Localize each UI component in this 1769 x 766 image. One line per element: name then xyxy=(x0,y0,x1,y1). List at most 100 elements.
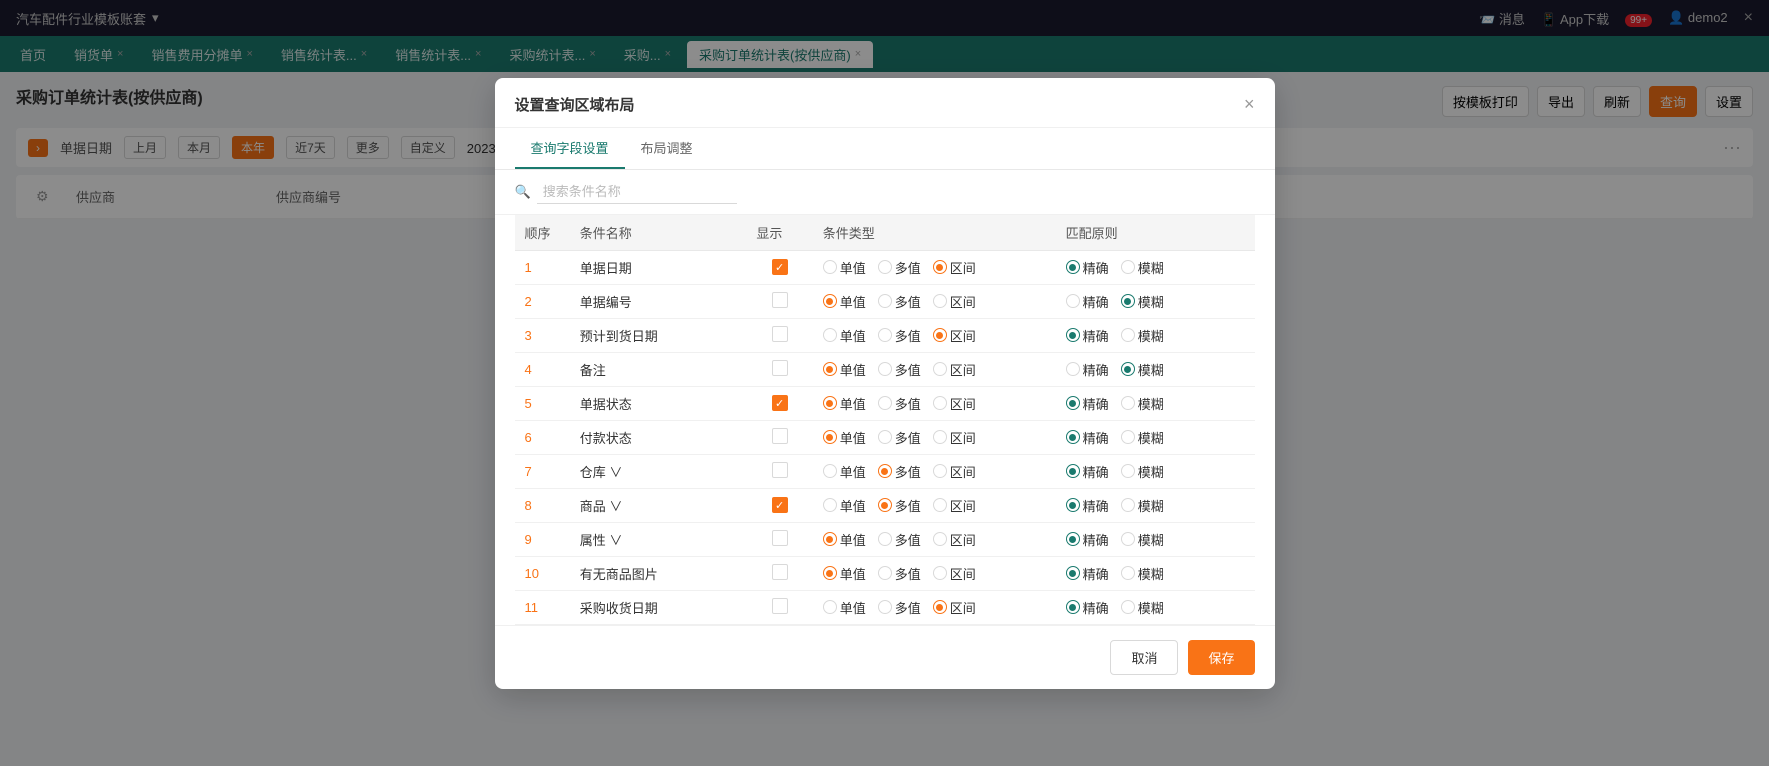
radio-type-单值-7[interactable]: 单值 xyxy=(823,496,866,515)
radio-type-区间-6[interactable]: 区间 xyxy=(933,462,976,481)
radio-type-单值-9[interactable]: 单值 xyxy=(823,564,866,583)
radio-match-精确-6[interactable]: 精确 xyxy=(1066,462,1109,481)
radio-match-模糊-5[interactable]: 模糊 xyxy=(1121,428,1164,447)
radio-type-多值-6[interactable]: 多值 xyxy=(878,462,921,481)
radio-match-dot-4 xyxy=(1066,396,1080,410)
radio-label-1: 区间 xyxy=(950,292,976,311)
radio-type-多值-10[interactable]: 多值 xyxy=(878,598,921,617)
row-show-3[interactable] xyxy=(746,352,812,386)
radio-type-单值-5[interactable]: 单值 xyxy=(823,428,866,447)
row-show-6[interactable] xyxy=(746,454,812,488)
checkbox-5[interactable] xyxy=(772,428,788,444)
cancel-button[interactable]: 取消 xyxy=(1110,640,1178,675)
radio-type-单值-2[interactable]: 单值 xyxy=(823,326,866,345)
dialog-close-button[interactable]: × xyxy=(1244,95,1255,113)
radio-type-单值-8[interactable]: 单值 xyxy=(823,530,866,549)
save-button[interactable]: 保存 xyxy=(1188,640,1254,675)
radio-match-精确-0[interactable]: 精确 xyxy=(1066,258,1109,277)
radio-type-多值-1[interactable]: 多值 xyxy=(878,292,921,311)
row-show-0[interactable] xyxy=(746,250,812,284)
radio-dot-1 xyxy=(933,294,947,308)
row-show-2[interactable] xyxy=(746,318,812,352)
dialog-tab-layout[interactable]: 布局调整 xyxy=(625,128,709,169)
radio-type-区间-4[interactable]: 区间 xyxy=(933,394,976,413)
radio-type-区间-1[interactable]: 区间 xyxy=(933,292,976,311)
radio-match-精确-10[interactable]: 精确 xyxy=(1066,598,1109,617)
row-show-10[interactable] xyxy=(746,590,812,624)
radio-type-单值-1[interactable]: 单值 xyxy=(823,292,866,311)
radio-match-模糊-3[interactable]: 模糊 xyxy=(1121,360,1164,379)
radio-type-多值-2[interactable]: 多值 xyxy=(878,326,921,345)
checkbox-0[interactable] xyxy=(772,259,788,275)
radio-type-多值-3[interactable]: 多值 xyxy=(878,360,921,379)
radio-type-多值-4[interactable]: 多值 xyxy=(878,394,921,413)
radio-match-精确-4[interactable]: 精确 xyxy=(1066,394,1109,413)
checkbox-7[interactable] xyxy=(772,497,788,513)
radio-match-label-4: 模糊 xyxy=(1138,394,1164,413)
row-show-9[interactable] xyxy=(746,556,812,590)
radio-match-模糊-4[interactable]: 模糊 xyxy=(1121,394,1164,413)
radio-label-7: 单值 xyxy=(840,496,866,515)
radio-type-区间-5[interactable]: 区间 xyxy=(933,428,976,447)
radio-type-区间-8[interactable]: 区间 xyxy=(933,530,976,549)
radio-type-多值-7[interactable]: 多值 xyxy=(878,496,921,515)
radio-type-单值-4[interactable]: 单值 xyxy=(823,394,866,413)
radio-dot-8 xyxy=(823,532,837,546)
checkbox-4[interactable] xyxy=(772,395,788,411)
radio-match-模糊-9[interactable]: 模糊 xyxy=(1121,564,1164,583)
dialog-search-input[interactable] xyxy=(537,180,737,204)
checkbox-8[interactable] xyxy=(772,530,788,546)
radio-match-模糊-1[interactable]: 模糊 xyxy=(1121,292,1164,311)
dialog-tab-query-fields[interactable]: 查询字段设置 xyxy=(515,128,625,169)
checkbox-3[interactable] xyxy=(772,360,788,376)
radio-match-精确-1[interactable]: 精确 xyxy=(1066,292,1109,311)
row-match-0: 精确模糊 xyxy=(1056,250,1255,284)
row-show-5[interactable] xyxy=(746,420,812,454)
radio-match-精确-3[interactable]: 精确 xyxy=(1066,360,1109,379)
radio-match-精确-7[interactable]: 精确 xyxy=(1066,496,1109,515)
checkbox-2[interactable] xyxy=(772,326,788,342)
table-row: 2单据编号单值多值区间精确模糊 xyxy=(515,284,1255,318)
radio-match-精确-8[interactable]: 精确 xyxy=(1066,530,1109,549)
row-show-1[interactable] xyxy=(746,284,812,318)
checkbox-10[interactable] xyxy=(772,598,788,614)
radio-match-模糊-6[interactable]: 模糊 xyxy=(1121,462,1164,481)
row-name-4: 单据状态 xyxy=(570,386,747,420)
radio-label-3: 多值 xyxy=(895,360,921,379)
radio-match-精确-2[interactable]: 精确 xyxy=(1066,326,1109,345)
radio-type-单值-3[interactable]: 单值 xyxy=(823,360,866,379)
radio-label-1: 单值 xyxy=(840,292,866,311)
radio-match-精确-9[interactable]: 精确 xyxy=(1066,564,1109,583)
radio-type-区间-7[interactable]: 区间 xyxy=(933,496,976,515)
radio-match-label-9: 精确 xyxy=(1083,564,1109,583)
radio-match-模糊-10[interactable]: 模糊 xyxy=(1121,598,1164,617)
radio-type-区间-10[interactable]: 区间 xyxy=(933,598,976,617)
row-show-4[interactable] xyxy=(746,386,812,420)
row-show-8[interactable] xyxy=(746,522,812,556)
radio-type-单值-10[interactable]: 单值 xyxy=(823,598,866,617)
radio-type-区间-0[interactable]: 区间 xyxy=(933,258,976,277)
table-row: 1单据日期单值多值区间精确模糊 xyxy=(515,250,1255,284)
checkbox-6[interactable] xyxy=(772,462,788,478)
radio-match-模糊-8[interactable]: 模糊 xyxy=(1121,530,1164,549)
row-match-5: 精确模糊 xyxy=(1056,420,1255,454)
radio-type-单值-6[interactable]: 单值 xyxy=(823,462,866,481)
radio-type-区间-2[interactable]: 区间 xyxy=(933,326,976,345)
radio-type-区间-3[interactable]: 区间 xyxy=(933,360,976,379)
radio-type-多值-5[interactable]: 多值 xyxy=(878,428,921,447)
radio-label-10: 多值 xyxy=(895,598,921,617)
radio-match-模糊-0[interactable]: 模糊 xyxy=(1121,258,1164,277)
checkbox-1[interactable] xyxy=(772,292,788,308)
radio-match-模糊-7[interactable]: 模糊 xyxy=(1121,496,1164,515)
radio-type-多值-0[interactable]: 多值 xyxy=(878,258,921,277)
radio-type-单值-0[interactable]: 单值 xyxy=(823,258,866,277)
radio-type-多值-9[interactable]: 多值 xyxy=(878,564,921,583)
radio-match-dot-9 xyxy=(1066,566,1080,580)
radio-type-多值-8[interactable]: 多值 xyxy=(878,530,921,549)
radio-type-区间-9[interactable]: 区间 xyxy=(933,564,976,583)
radio-label-10: 区间 xyxy=(950,598,976,617)
checkbox-9[interactable] xyxy=(772,564,788,580)
row-show-7[interactable] xyxy=(746,488,812,522)
radio-match-模糊-2[interactable]: 模糊 xyxy=(1121,326,1164,345)
radio-match-精确-5[interactable]: 精确 xyxy=(1066,428,1109,447)
